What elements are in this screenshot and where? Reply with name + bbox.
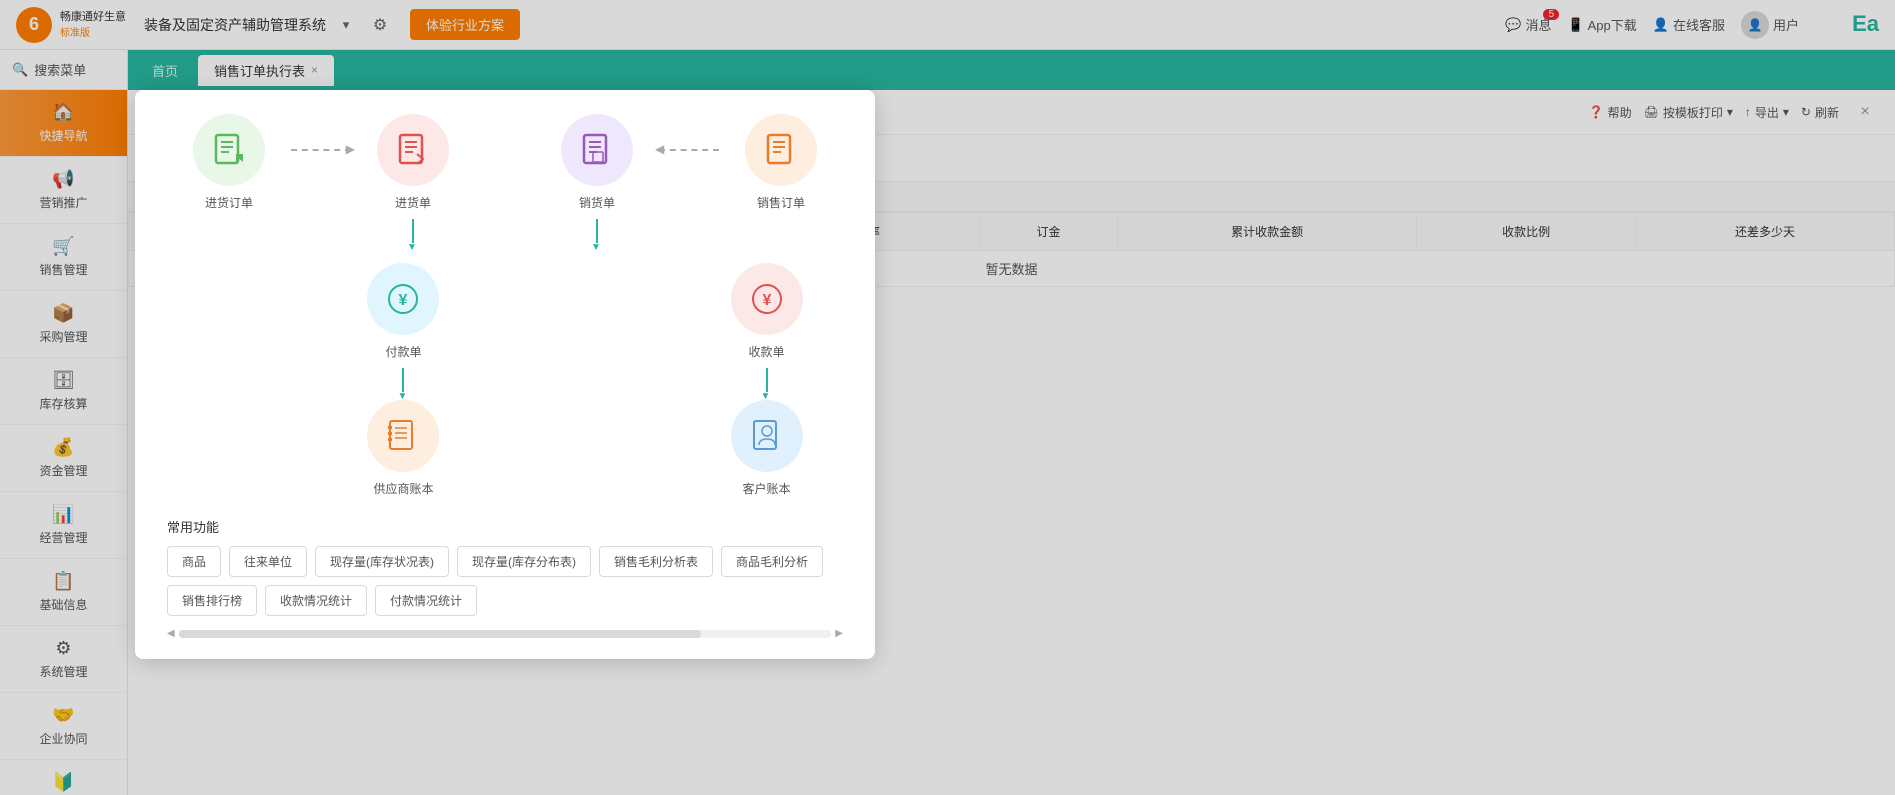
func-btn-stock-status[interactable]: 现存量(库存状况表) [315, 546, 449, 577]
purchase-order-label: 进货订单 [205, 194, 253, 211]
arrow-receipt-down [766, 368, 768, 392]
scrollbar-track[interactable] [179, 630, 832, 638]
flow-col-receipt: ¥ 收款单 [690, 263, 843, 392]
flow-col-sales: 销货单 [535, 114, 659, 243]
func-btn-product[interactable]: 商品 [167, 546, 221, 577]
quick-nav-modal: 进货订单 ▶ 进货单 [135, 90, 875, 659]
receipt-label: 收款单 [749, 343, 785, 360]
purchase-order-circle[interactable] [193, 114, 265, 186]
arrow-purchase-to-inbound: ▶ [291, 149, 351, 151]
sales-circle[interactable] [561, 114, 633, 186]
svg-text:¥: ¥ [399, 292, 408, 309]
payment-label: 付款单 [385, 343, 421, 360]
modal-scrollbar: ◀ ▶ [167, 628, 843, 639]
sales-order-label: 销售订单 [757, 194, 805, 211]
func-btn-sales-margin[interactable]: 销售毛利分析表 [599, 546, 713, 577]
flow-row-2: ¥ 付款单 ¥ 收款单 [327, 263, 843, 392]
inbound-label: 进货单 [395, 194, 431, 211]
svg-text:¥: ¥ [762, 292, 771, 309]
flow-col-sales-order: 销售订单 [719, 114, 843, 211]
sales-label: 销货单 [579, 194, 615, 211]
func-btn-receipt-stats[interactable]: 收款情况统计 [265, 585, 367, 616]
flow-diagram: 进货订单 ▶ 进货单 [167, 114, 843, 243]
modal-overlay: 进货订单 ▶ 进货单 [0, 0, 1895, 795]
customer-ledger-circle[interactable] [731, 400, 803, 472]
scrollbar-left-arrow[interactable]: ◀ [167, 628, 175, 639]
flow-col-purchase-order: 进货订单 [167, 114, 291, 211]
inbound-circle[interactable] [377, 114, 449, 186]
flow-col-customer-ledger: 客户账本 [690, 400, 843, 497]
flow-col-inbound: 进货单 [351, 114, 475, 243]
sales-order-circle[interactable] [745, 114, 817, 186]
flow-row-3: 供应商账本 客户账本 [327, 400, 843, 497]
payment-circle[interactable]: ¥ [367, 263, 439, 335]
common-functions-title: 常用功能 [167, 517, 843, 536]
supplier-ledger-label: 供应商账本 [373, 480, 433, 497]
arrow-sales-down [596, 219, 598, 243]
func-btn-stock-dist[interactable]: 现存量(库存分布表) [457, 546, 591, 577]
customer-ledger-label: 客户账本 [743, 480, 791, 497]
arrow-inbound-down [412, 219, 414, 243]
arrow-salesorder-to-sales: ◀ [659, 149, 719, 151]
func-btn-partner[interactable]: 往来单位 [229, 546, 307, 577]
common-functions-section: 常用功能 商品 往来单位 现存量(库存状况表) 现存量(库存分布表) 销售毛利分… [167, 517, 843, 616]
flow-col-supplier-ledger: 供应商账本 [327, 400, 480, 497]
func-buttons-row1: 商品 往来单位 现存量(库存状况表) 现存量(库存分布表) 销售毛利分析表 商品… [167, 546, 843, 577]
scrollbar-thumb [179, 630, 701, 638]
receipt-circle[interactable]: ¥ [731, 263, 803, 335]
func-btn-sales-rank[interactable]: 销售排行榜 [167, 585, 257, 616]
func-buttons-row2: 销售排行榜 收款情况统计 付款情况统计 [167, 585, 843, 616]
supplier-ledger-circle[interactable] [367, 400, 439, 472]
arrow-payment-down [402, 368, 404, 392]
flow-col-payment: ¥ 付款单 [327, 263, 480, 392]
func-btn-payment-stats[interactable]: 付款情况统计 [375, 585, 477, 616]
scrollbar-right-arrow[interactable]: ▶ [835, 628, 843, 639]
func-btn-product-margin[interactable]: 商品毛利分析 [721, 546, 823, 577]
